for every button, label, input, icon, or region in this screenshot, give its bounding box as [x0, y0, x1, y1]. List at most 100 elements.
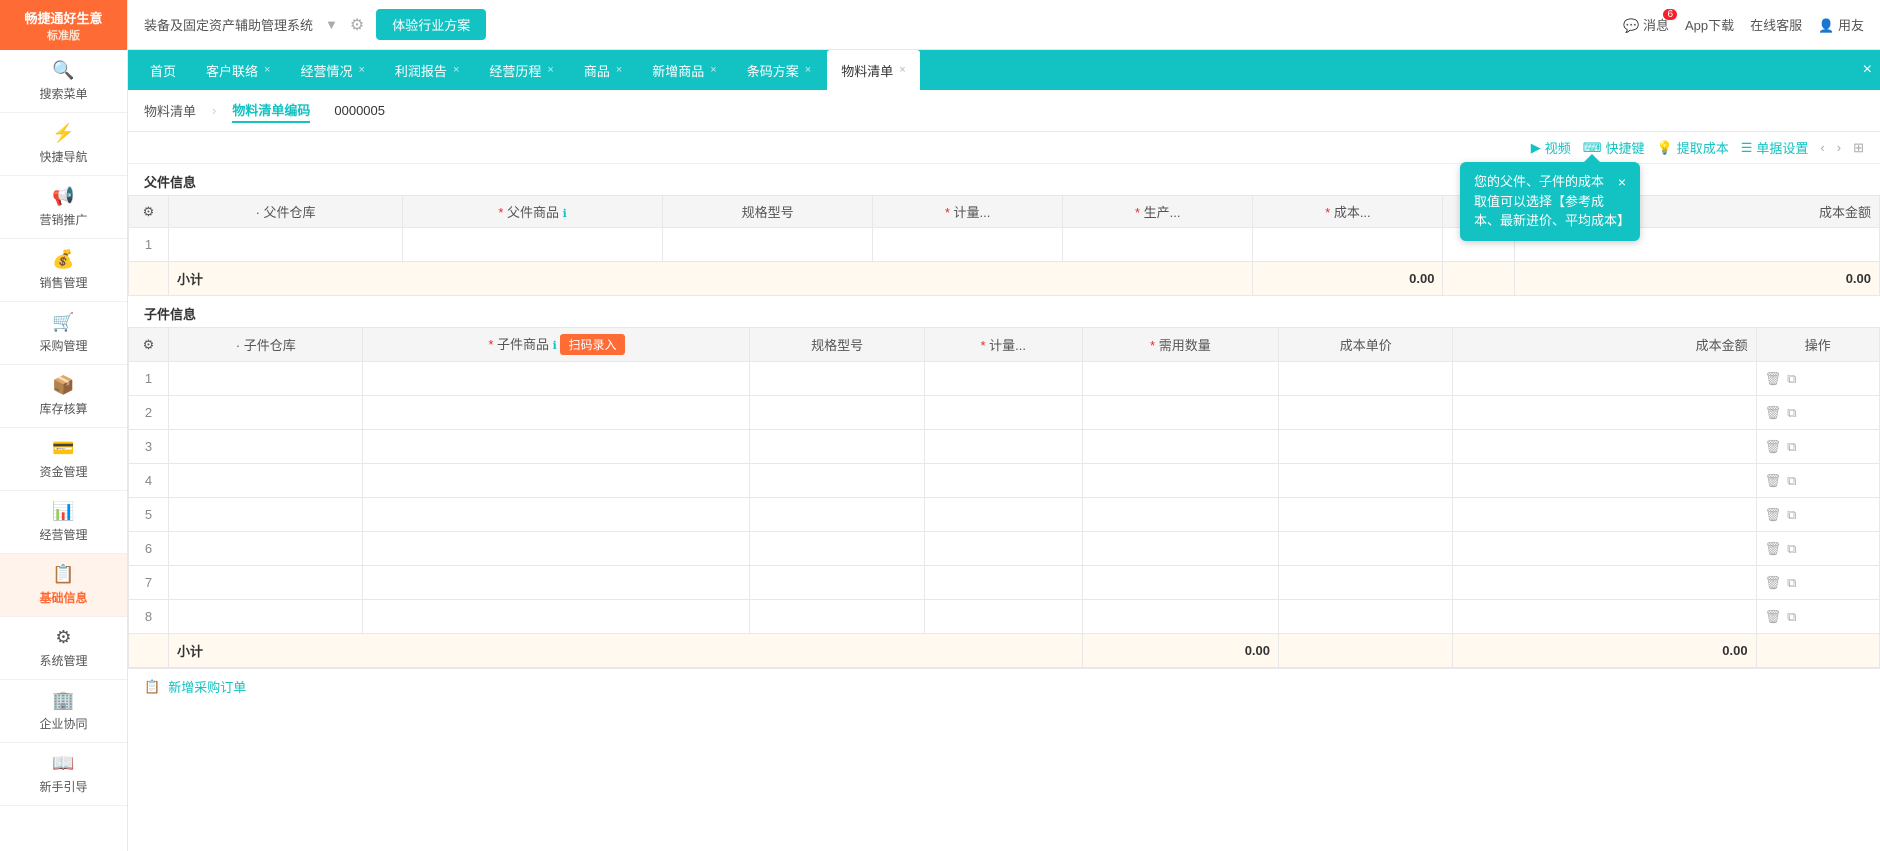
- close-icon[interactable]: ×: [805, 64, 811, 76]
- message-item[interactable]: 💬 6 消息: [1623, 15, 1669, 34]
- close-icon[interactable]: ×: [616, 64, 622, 76]
- child-cost-unit-cell[interactable]: [1279, 464, 1453, 498]
- delete-icon[interactable]: 🗑: [1765, 405, 1782, 421]
- delete-icon[interactable]: 🗑: [1765, 439, 1782, 455]
- close-icon[interactable]: ×: [453, 64, 459, 76]
- nav-left-icon[interactable]: ‹: [1820, 140, 1824, 155]
- child-spec-cell[interactable]: [750, 396, 924, 430]
- tab-home[interactable]: 首页: [136, 50, 190, 90]
- child-product-cell[interactable]: [363, 600, 750, 634]
- tab-goods[interactable]: 商品 ×: [570, 50, 636, 90]
- app-download[interactable]: App下载: [1685, 15, 1734, 34]
- toolbar-cost[interactable]: 💡 提取成本: [1657, 138, 1729, 157]
- child-cost-unit-cell[interactable]: [1279, 430, 1453, 464]
- close-icon[interactable]: ×: [710, 64, 716, 76]
- child-spec-cell[interactable]: [750, 600, 924, 634]
- copy-icon[interactable]: ⧉: [1787, 473, 1796, 489]
- child-cost-unit-cell[interactable]: [1279, 362, 1453, 396]
- close-icon[interactable]: ×: [358, 64, 364, 76]
- child-unit-cell[interactable]: [924, 566, 1082, 600]
- child-unit-cell[interactable]: [924, 532, 1082, 566]
- tab-business[interactable]: 经营情况 ×: [286, 50, 378, 90]
- child-unit-cell[interactable]: [924, 430, 1082, 464]
- child-cost-unit-cell[interactable]: [1279, 532, 1453, 566]
- copy-icon[interactable]: ⧉: [1787, 371, 1796, 387]
- nav-right-icon[interactable]: ›: [1837, 140, 1841, 155]
- delete-icon[interactable]: 🗑: [1765, 609, 1782, 625]
- child-quantity-cell[interactable]: [1082, 566, 1278, 600]
- delete-icon[interactable]: 🗑: [1765, 371, 1782, 387]
- toolbar-view[interactable]: ▶ 视频: [1531, 138, 1571, 157]
- close-icon[interactable]: ×: [264, 64, 270, 76]
- child-quantity-cell[interactable]: [1082, 464, 1278, 498]
- child-cost-unit-cell[interactable]: [1279, 566, 1453, 600]
- sidebar-item-operations[interactable]: 📊 经营管理: [0, 491, 127, 554]
- child-unit-cell[interactable]: [924, 600, 1082, 634]
- copy-icon[interactable]: ⧉: [1787, 575, 1796, 591]
- close-all-icon[interactable]: ×: [1863, 61, 1872, 79]
- child-unit-cell[interactable]: [924, 464, 1082, 498]
- child-spec-cell[interactable]: [750, 464, 924, 498]
- child-unit-cell[interactable]: [924, 396, 1082, 430]
- sidebar-item-marketing[interactable]: 📢 营销推广: [0, 176, 127, 239]
- dropdown-icon[interactable]: ▼: [325, 17, 338, 32]
- sidebar-item-system[interactable]: ⚙ 系统管理: [0, 617, 127, 680]
- child-quantity-cell[interactable]: [1082, 362, 1278, 396]
- delete-icon[interactable]: 🗑: [1765, 473, 1782, 489]
- scan-button[interactable]: 扫码录入: [560, 334, 624, 355]
- sub-tab-detail[interactable]: 物料清单编码: [232, 98, 310, 123]
- copy-icon[interactable]: ⧉: [1787, 609, 1796, 625]
- tooltip-close-button[interactable]: ×: [1618, 172, 1626, 193]
- tab-history[interactable]: 经营历程 ×: [475, 50, 567, 90]
- child-cost-unit-cell[interactable]: [1279, 498, 1453, 532]
- sidebar-item-search[interactable]: 🔍 搜索菜单: [0, 50, 127, 113]
- sidebar-item-sales[interactable]: 💰 销售管理: [0, 239, 127, 302]
- tab-new-goods[interactable]: 新增商品 ×: [638, 50, 730, 90]
- child-quantity-cell[interactable]: [1082, 532, 1278, 566]
- copy-icon[interactable]: ⧉: [1787, 439, 1796, 455]
- child-warehouse-cell[interactable]: [169, 396, 363, 430]
- copy-icon[interactable]: ⧉: [1787, 541, 1796, 557]
- child-product-cell[interactable]: [363, 566, 750, 600]
- parent-cost-cell[interactable]: [1253, 228, 1443, 262]
- parent-unit-cell[interactable]: [873, 228, 1063, 262]
- parent-spec-cell[interactable]: [663, 228, 873, 262]
- child-quantity-cell[interactable]: [1082, 498, 1278, 532]
- child-warehouse-cell[interactable]: [169, 600, 363, 634]
- online-service[interactable]: 在线客服: [1750, 15, 1802, 34]
- sidebar-item-finance[interactable]: 💳 资金管理: [0, 428, 127, 491]
- sub-tab-list[interactable]: 物料清单: [144, 99, 196, 122]
- sidebar-item-guide[interactable]: 📖 新手引导: [0, 743, 127, 806]
- tab-profit[interactable]: 利润报告 ×: [381, 50, 473, 90]
- child-cost-unit-cell[interactable]: [1279, 600, 1453, 634]
- delete-icon[interactable]: 🗑: [1765, 541, 1782, 557]
- tab-bom[interactable]: 物料清单 ×: [827, 50, 919, 90]
- tab-customers[interactable]: 客户联络 ×: [192, 50, 284, 90]
- child-unit-cell[interactable]: [924, 362, 1082, 396]
- child-spec-cell[interactable]: [750, 566, 924, 600]
- sidebar-item-basic-info[interactable]: 📋 基础信息: [0, 554, 127, 617]
- child-quantity-cell[interactable]: [1082, 600, 1278, 634]
- sidebar-item-purchase[interactable]: 🛒 采购管理: [0, 302, 127, 365]
- child-spec-cell[interactable]: [750, 498, 924, 532]
- child-spec-cell[interactable]: [750, 430, 924, 464]
- parent-product-cell[interactable]: [403, 228, 663, 262]
- child-product-cell[interactable]: [363, 532, 750, 566]
- child-warehouse-cell[interactable]: [169, 430, 363, 464]
- grid-icon[interactable]: ⊞: [1853, 140, 1864, 156]
- sidebar-item-quick-nav[interactable]: ⚡ 快捷导航: [0, 113, 127, 176]
- child-warehouse-cell[interactable]: [169, 532, 363, 566]
- child-quantity-cell[interactable]: [1082, 396, 1278, 430]
- parent-warehouse-cell[interactable]: [169, 228, 403, 262]
- child-warehouse-cell[interactable]: [169, 498, 363, 532]
- child-product-cell[interactable]: [363, 362, 750, 396]
- delete-icon[interactable]: 🗑: [1765, 575, 1782, 591]
- tab-barcode[interactable]: 条码方案 ×: [733, 50, 825, 90]
- child-product-cell[interactable]: [363, 430, 750, 464]
- close-icon[interactable]: ×: [547, 64, 553, 76]
- child-warehouse-cell[interactable]: [169, 566, 363, 600]
- user-avatar[interactable]: 👤 用友: [1818, 15, 1864, 34]
- copy-icon[interactable]: ⧉: [1787, 405, 1796, 421]
- child-quantity-cell[interactable]: [1082, 430, 1278, 464]
- child-unit-cell[interactable]: [924, 498, 1082, 532]
